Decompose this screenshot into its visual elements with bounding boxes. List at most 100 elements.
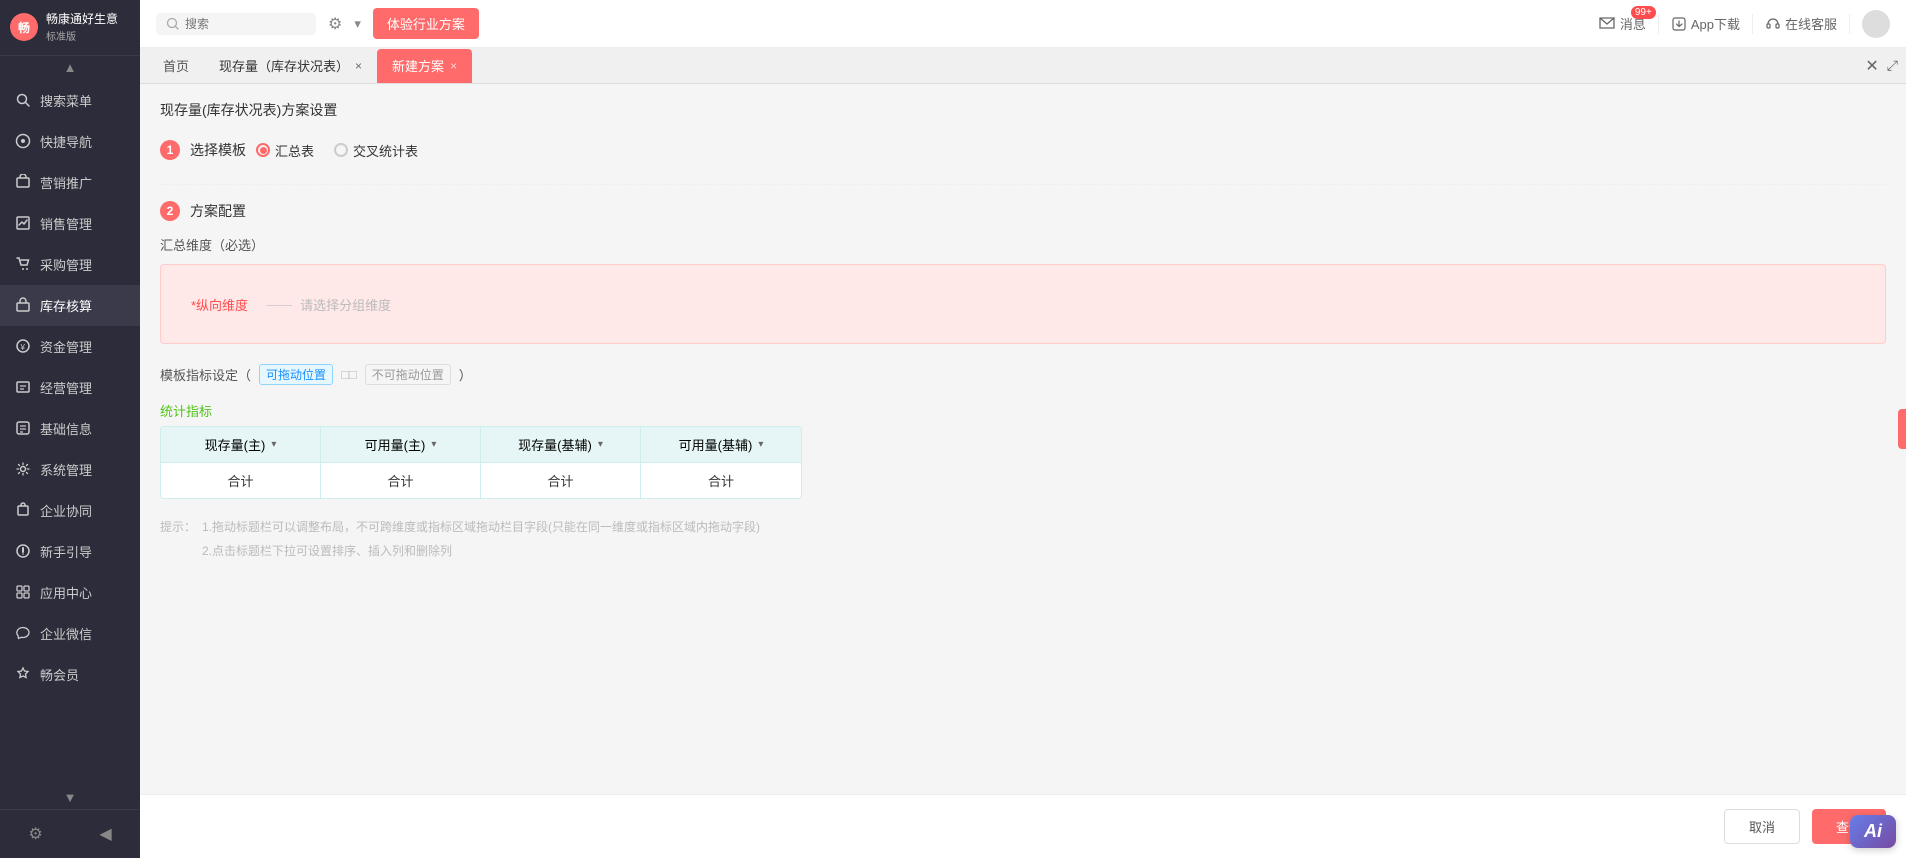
ai-badge[interactable]: Ai <box>1850 815 1896 848</box>
topbar: ⚙ ▾ 体验行业方案 99+ 消息 App下载 <box>140 0 1906 48</box>
sidebar-item-basic-info[interactable]: 基础信息 <box>0 408 140 449</box>
dropdown-btn[interactable]: ▾ <box>354 16 361 32</box>
customer-service-btn[interactable]: 在线客服 <box>1765 14 1837 33</box>
action-footer: 取消 查询 <box>140 794 1906 858</box>
enterprise-wechat-icon <box>14 624 32 642</box>
app-download-icon <box>1671 16 1687 32</box>
dimension-placeholder: 请选择分组维度 <box>300 295 391 314</box>
stats-cell-2: 合计 <box>481 463 641 498</box>
tips-section: 提示： 1.拖动标题栏可以调整布局，不可跨维度或指标区域拖动栏目字段(只能在同一… <box>160 515 1886 563</box>
headphone-icon <box>1765 16 1781 32</box>
stats-col-0[interactable]: 现存量(主) ▾ <box>161 427 321 462</box>
tab-home[interactable]: 首页 <box>148 49 204 83</box>
sidebar-nav: 搜索菜单 快捷导航 营销推广 <box>0 80 140 785</box>
sidebar-item-member[interactable]: 畅会员 <box>0 654 140 695</box>
topbar-divider3 <box>1849 14 1850 34</box>
tip-1-text: 提示： <box>160 515 196 539</box>
sidebar-scroll-down[interactable]: ▼ <box>0 785 140 809</box>
sidebar-expand-btn[interactable]: ◀ <box>91 820 119 848</box>
content-area: 现存量(库存状况表)方案设置 1 选择模板 汇总表 交叉统计表 <box>140 84 1906 858</box>
indicator-settings-middle: □□ <box>341 367 357 382</box>
stats-col-3[interactable]: 可用量(基辅) ▾ <box>641 427 801 462</box>
tab-inventory-status[interactable]: 现存量（库存状况表） × <box>204 49 377 83</box>
section-choose-template: 1 选择模板 汇总表 交叉统计表 <box>160 140 1886 160</box>
indicator-settings-close-paren: ） <box>459 365 472 384</box>
template-radio-group: 汇总表 交叉统计表 <box>256 141 418 160</box>
cancel-button[interactable]: 取消 <box>1724 809 1800 844</box>
sidebar-scroll-up[interactable]: ▲ <box>0 56 140 80</box>
stats-table-row: 合计 合计 合计 合计 <box>161 462 801 498</box>
sidebar-item-newbie[interactable]: 新手引导 <box>0 531 140 572</box>
user-avatar[interactable] <box>1862 10 1890 38</box>
messages-badge: 99+ <box>1631 6 1656 19</box>
sidebar-item-member-label: 畅会员 <box>40 665 79 684</box>
sidebar-item-business-label: 经营管理 <box>40 378 92 397</box>
sidebar: 畅 畅康通好生意 标准版 ▲ 搜索菜单 快捷导航 <box>0 0 140 858</box>
newbie-icon <box>14 542 32 560</box>
sidebar-item-enterprise[interactable]: 企业协同 <box>0 490 140 531</box>
right-panel-handle[interactable] <box>1898 409 1906 449</box>
search-box[interactable] <box>156 13 316 35</box>
stats-col-3-label: 可用量(基辅) <box>679 435 753 454</box>
tab-home-label: 首页 <box>163 56 189 75</box>
non-draggable-badge: 不可拖动位置 <box>365 364 451 385</box>
tab-new-plan-label: 新建方案 <box>392 56 444 75</box>
industry-plan-button[interactable]: 体验行业方案 <box>373 8 479 39</box>
tab-new-plan[interactable]: 新建方案 × <box>377 49 472 83</box>
sidebar-footer: ⚙ ◀ <box>0 809 140 858</box>
tip-2-content: 2.点击标题栏下拉可设置排序、插入列和删除列 <box>202 539 452 563</box>
stats-col-1-label: 可用量(主) <box>365 435 426 454</box>
sidebar-item-sales[interactable]: 销售管理 <box>0 203 140 244</box>
tab-inventory-close-btn[interactable]: × <box>355 59 362 73</box>
sidebar-item-app-center[interactable]: 应用中心 <box>0 572 140 613</box>
indicator-settings: 模板指标设定（ 可拖动位置 □□ 不可拖动位置 ） <box>160 364 1886 385</box>
radio-cross-circle <box>334 143 348 157</box>
stats-col-0-chevron[interactable]: ▾ <box>271 439 276 450</box>
sidebar-item-marketing[interactable]: 营销推广 <box>0 162 140 203</box>
stats-col-2-chevron[interactable]: ▾ <box>598 439 603 450</box>
tip-1: 提示： 1.拖动标题栏可以调整布局，不可跨维度或指标区域拖动栏目字段(只能在同一… <box>160 515 1886 539</box>
sidebar-item-business[interactable]: 经营管理 <box>0 367 140 408</box>
tab-inventory-status-label: 现存量（库存状况表） <box>219 56 349 75</box>
member-icon <box>14 665 32 683</box>
sidebar-item-purchase[interactable]: 采购管理 <box>0 244 140 285</box>
sidebar-item-enterprise-wechat[interactable]: 企业微信 <box>0 613 140 654</box>
marketing-icon <box>14 173 32 191</box>
messages-icon <box>1598 15 1616 33</box>
sidebar-item-quick-nav[interactable]: 快捷导航 <box>0 121 140 162</box>
sidebar-item-inventory[interactable]: 库存核算 <box>0 285 140 326</box>
settings-icon-btn[interactable]: ⚙ <box>328 14 342 34</box>
draggable-badge: 可拖动位置 <box>259 364 333 385</box>
stats-table-header: 现存量(主) ▾ 可用量(主) ▾ 现存量(基辅) ▾ <box>161 427 801 462</box>
purchase-icon <box>14 255 32 273</box>
stats-col-1-chevron[interactable]: ▾ <box>431 439 436 450</box>
sidebar-item-purchase-label: 采购管理 <box>40 255 92 274</box>
radio-cross-table[interactable]: 交叉统计表 <box>334 141 418 160</box>
tip-2: 提示： 2.点击标题栏下拉可设置排序、插入列和删除列 <box>160 539 1886 563</box>
sidebar-item-search-menu[interactable]: 搜索菜单 <box>0 80 140 121</box>
dimension-selection-area[interactable]: *纵向维度 —— 请选择分组维度 <box>160 264 1886 344</box>
sidebar-item-system[interactable]: 系统管理 <box>0 449 140 490</box>
radio-cross-label: 交叉统计表 <box>353 141 418 160</box>
section1-title: 选择模板 <box>190 140 246 160</box>
section-plan-config: 2 方案配置 汇总维度（必选） *纵向维度 —— 请选择分组维度 模板指标设定（… <box>160 184 1886 563</box>
messages-btn[interactable]: 99+ 消息 <box>1598 14 1646 33</box>
tip-1-content: 1.拖动标题栏可以调整布局，不可跨维度或指标区域拖动栏目字段(只能在同一维度或指… <box>202 515 760 539</box>
sidebar-item-finance[interactable]: ¥ 资金管理 <box>0 326 140 367</box>
stats-col-1[interactable]: 可用量(主) ▾ <box>321 427 481 462</box>
search-input[interactable] <box>185 17 285 31</box>
sidebar-settings-btn[interactable]: ⚙ <box>20 820 50 848</box>
app-download-btn[interactable]: App下载 <box>1671 14 1740 33</box>
radio-summary-table[interactable]: 汇总表 <box>256 141 314 160</box>
stats-col-3-chevron[interactable]: ▾ <box>758 439 763 450</box>
stats-cell-0: 合计 <box>161 463 321 498</box>
sidebar-item-finance-label: 资金管理 <box>40 337 92 356</box>
expand-panel-btn[interactable]: ⤢ <box>1887 57 1898 74</box>
stats-col-2[interactable]: 现存量(基辅) ▾ <box>481 427 641 462</box>
close-panel-btn[interactable]: ✕ <box>1865 56 1878 76</box>
dimension-required-label: 汇总维度（必选） <box>160 235 1886 254</box>
logo-icon: 畅 <box>10 13 38 41</box>
tab-new-plan-close-btn[interactable]: × <box>450 59 457 73</box>
sales-icon <box>14 214 32 232</box>
section1-num: 1 <box>160 140 180 160</box>
